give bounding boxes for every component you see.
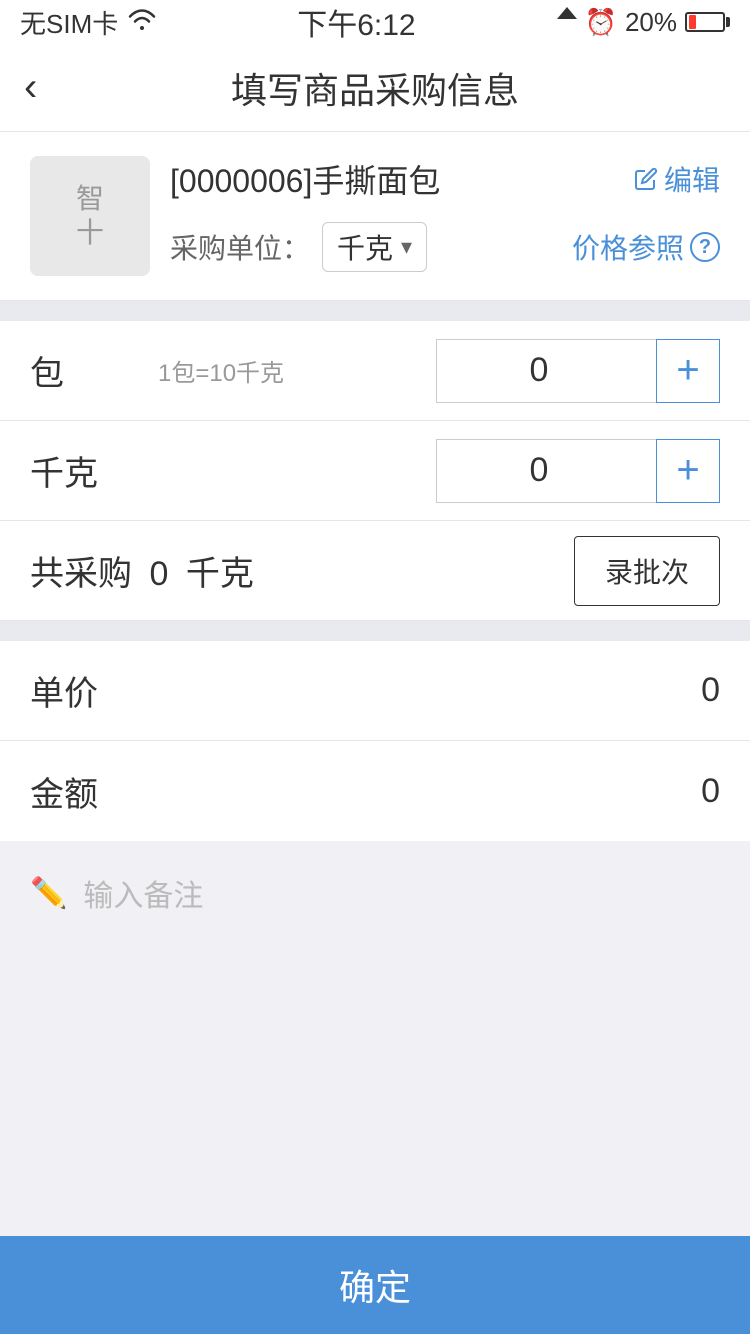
section-divider-2 bbox=[0, 621, 750, 641]
product-name: [0000006]手撕面包 bbox=[170, 156, 440, 202]
kg-plus-button[interactable]: + bbox=[656, 439, 720, 503]
location-icon bbox=[557, 7, 577, 38]
amount-value: 0 bbox=[701, 772, 720, 811]
unit-price-label: 单价 bbox=[30, 666, 98, 715]
kg-quantity-input[interactable] bbox=[436, 439, 656, 503]
status-bar-right: ⏰ 20% bbox=[557, 7, 730, 38]
unit-price-row: 单价 0 bbox=[0, 641, 750, 741]
unit-price-value: 0 bbox=[701, 671, 720, 710]
bag-sublabel: 1包=10千克 bbox=[158, 353, 284, 388]
bag-input-row: 包 1包=10千克 + bbox=[0, 321, 750, 421]
carrier-label: 无SIM卡 bbox=[20, 4, 118, 41]
product-card: 智 十 [0000006]手撕面包 编辑 采购单位： 千克 ▾ bbox=[0, 132, 750, 301]
alarm-icon: ⏰ bbox=[585, 7, 617, 38]
total-row: 共采购 0 千克 录批次 bbox=[0, 521, 750, 621]
section-divider-1 bbox=[0, 301, 750, 321]
status-bar: 无SIM卡 下午6:12 ⏰ 20% bbox=[0, 0, 750, 44]
nav-bar: ‹ 填写商品采购信息 bbox=[0, 44, 750, 132]
battery-percent: 20% bbox=[625, 7, 677, 38]
bag-input-right: + bbox=[436, 339, 720, 403]
remark-placeholder: 输入备注 bbox=[83, 871, 203, 915]
wifi-icon bbox=[128, 7, 156, 38]
amount-row: 金额 0 bbox=[0, 741, 750, 841]
product-name-row: [0000006]手撕面包 编辑 bbox=[170, 156, 720, 202]
product-unit-row: 采购单位： 千克 ▾ 价格参照 ? bbox=[170, 222, 720, 272]
unit-selector[interactable]: 千克 ▾ bbox=[322, 222, 427, 272]
total-label: 共采购 0 千克 bbox=[30, 546, 254, 595]
unit-arrow-icon: ▾ bbox=[401, 234, 412, 260]
amount-label: 金额 bbox=[30, 767, 98, 816]
product-image: 智 十 bbox=[30, 156, 150, 276]
price-ref-icon: ? bbox=[690, 232, 720, 262]
bag-quantity-input[interactable] bbox=[436, 339, 656, 403]
back-button[interactable]: ‹ bbox=[24, 65, 37, 110]
battery-icon bbox=[685, 12, 730, 32]
bag-plus-button[interactable]: + bbox=[656, 339, 720, 403]
batch-button[interactable]: 录批次 bbox=[574, 536, 720, 606]
bag-label: 包 bbox=[30, 346, 150, 395]
kg-input-right: + bbox=[436, 439, 720, 503]
page-title: 填写商品采购信息 bbox=[231, 62, 519, 114]
bottom-spacer bbox=[0, 1041, 750, 1139]
remark-section: ✏️ 输入备注 bbox=[0, 841, 750, 1041]
remark-input-row[interactable]: ✏️ 输入备注 bbox=[30, 871, 720, 915]
kg-label: 千克 bbox=[30, 446, 150, 495]
edit-button[interactable]: 编辑 bbox=[634, 159, 720, 199]
price-section: 单价 0 金额 0 bbox=[0, 641, 750, 841]
status-bar-left: 无SIM卡 bbox=[20, 4, 156, 41]
kg-input-row: 千克 + bbox=[0, 421, 750, 521]
input-section: 包 1包=10千克 + 千克 + bbox=[0, 321, 750, 521]
pencil-icon: ✏️ bbox=[30, 876, 67, 911]
unit-label: 采购单位： bbox=[170, 227, 310, 267]
status-bar-time: 下午6:12 bbox=[297, 0, 415, 44]
product-info: [0000006]手撕面包 编辑 采购单位： 千克 ▾ 价格参照 ? bbox=[170, 156, 720, 272]
price-ref-button[interactable]: 价格参照 ? bbox=[572, 227, 720, 267]
product-logo: 智 十 bbox=[76, 182, 104, 249]
confirm-button[interactable]: 确定 bbox=[0, 1236, 750, 1334]
